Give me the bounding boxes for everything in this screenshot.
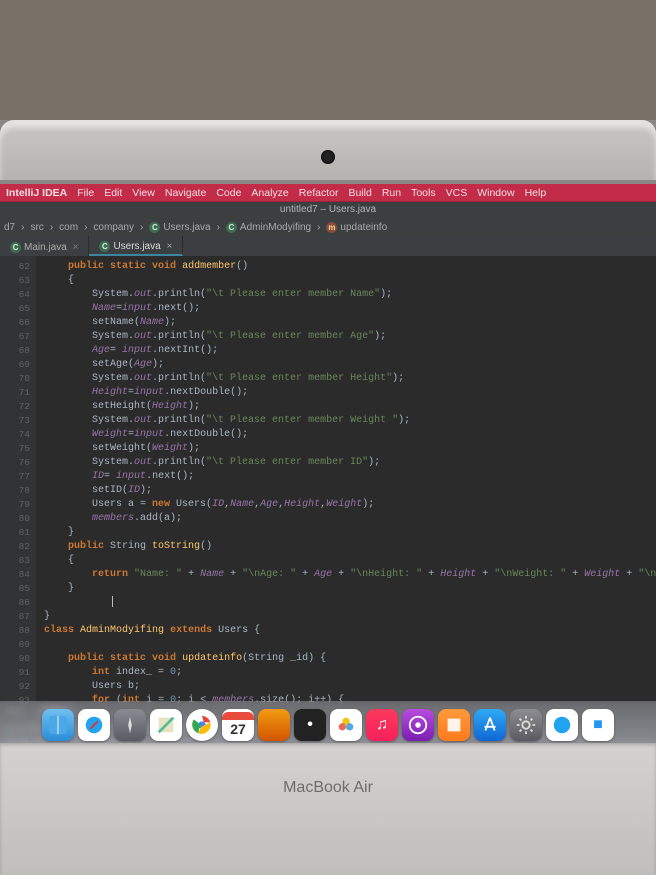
menu-tools[interactable]: Tools	[411, 187, 436, 199]
crumb-class[interactable]: AdminModyifing	[226, 222, 311, 233]
dock-app-icon[interactable]	[258, 709, 290, 741]
class-icon	[149, 222, 160, 233]
editor-tabs: Main.java × Users.java ×	[0, 236, 656, 256]
laptop-body: MacBook Air	[0, 743, 656, 875]
class-icon	[99, 241, 110, 252]
dock-facetime-icon[interactable]: ■	[582, 709, 614, 741]
menu-help[interactable]: Help	[525, 187, 547, 199]
menu-vcs[interactable]: VCS	[446, 187, 468, 199]
dock-appstore-icon[interactable]	[474, 709, 506, 741]
crumb-project[interactable]: d7	[4, 222, 15, 233]
desk-background	[0, 0, 656, 120]
crumb-file[interactable]: Users.java	[149, 222, 210, 233]
tab-main[interactable]: Main.java ×	[0, 236, 89, 256]
dock-maps-icon[interactable]	[150, 709, 182, 741]
menu-run[interactable]: Run	[382, 187, 401, 199]
menu-file[interactable]: File	[77, 187, 94, 199]
dock[interactable]: 27 • ♫ ■	[0, 701, 656, 745]
dock-chrome-icon[interactable]	[186, 709, 218, 741]
webcam	[321, 150, 335, 164]
menu-analyze[interactable]: Analyze	[251, 187, 288, 199]
crumb-method[interactable]: updateinfo	[326, 222, 387, 233]
menu-edit[interactable]: Edit	[104, 187, 122, 199]
menu-code[interactable]: Code	[216, 187, 241, 199]
menu-navigate[interactable]: Navigate	[165, 187, 206, 199]
dock-photos-icon[interactable]	[330, 709, 362, 741]
dock-app-black-icon[interactable]: •	[294, 709, 326, 741]
laptop-brand: MacBook Air	[283, 779, 373, 797]
window-title: untitled7 – Users.java	[0, 202, 656, 218]
class-icon	[10, 242, 21, 253]
dock-finder-icon[interactable]	[42, 709, 74, 741]
menu-build[interactable]: Build	[348, 187, 371, 199]
line-gutter: 62 63 64 65 66 67 68 69 70 71 72 73 74 7…	[0, 256, 36, 703]
dock-calendar-icon[interactable]: 27	[222, 709, 254, 741]
crumb-com[interactable]: com	[59, 222, 78, 233]
dock-music-icon[interactable]: ♫	[366, 709, 398, 741]
dock-safari-icon[interactable]	[78, 709, 110, 741]
dock-settings-icon[interactable]	[510, 709, 542, 741]
code-area[interactable]: public static void addmember() { System.…	[36, 256, 656, 703]
menu-window[interactable]: Window	[477, 187, 514, 199]
app-name[interactable]: IntelliJ IDEA	[6, 187, 67, 199]
crumb-src[interactable]: src	[30, 222, 43, 233]
menubar[interactable]: IntelliJ IDEA File Edit View Navigate Co…	[0, 184, 656, 202]
crumb-company[interactable]: company	[93, 222, 134, 233]
tab-users[interactable]: Users.java ×	[89, 236, 183, 256]
screen: IntelliJ IDEA File Edit View Navigate Co…	[0, 184, 656, 743]
breadcrumb[interactable]: d7› src› com› company› Users.java› Admin…	[0, 218, 656, 236]
menu-view[interactable]: View	[132, 187, 155, 199]
dock-books-icon[interactable]	[438, 709, 470, 741]
dock-safari2-icon[interactable]	[546, 709, 578, 741]
method-icon	[326, 222, 337, 233]
dock-launchpad-icon[interactable]	[114, 709, 146, 741]
dock-podcasts-icon[interactable]	[402, 709, 434, 741]
code-editor[interactable]: 62 63 64 65 66 67 68 69 70 71 72 73 74 7…	[0, 256, 656, 703]
class-icon	[226, 222, 237, 233]
menu-refactor[interactable]: Refactor	[299, 187, 339, 199]
